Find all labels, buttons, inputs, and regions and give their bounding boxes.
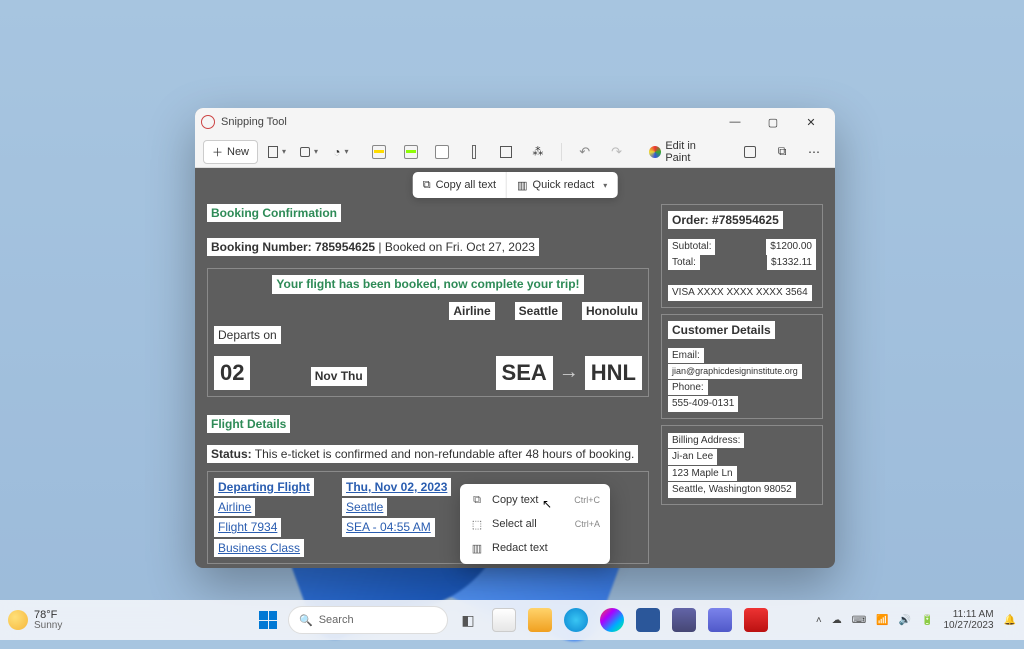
depart-day: 02 <box>214 356 250 390</box>
departing-airline[interactable]: Airline <box>214 498 255 516</box>
banner: Your flight has been booked, now complet… <box>272 275 583 293</box>
delay-button[interactable]: ◔▾ <box>328 140 354 164</box>
paint-icon <box>649 146 661 158</box>
departing-date[interactable]: Thu, Nov 02, 2023 <box>342 478 451 496</box>
customer-heading: Customer Details <box>668 321 775 339</box>
highlighter-2-button[interactable] <box>398 140 424 164</box>
billing-label: Billing Address: <box>668 433 744 449</box>
copy-button[interactable]: ⧉ <box>769 140 795 164</box>
redact-icon: ▥ <box>517 179 527 192</box>
taskbar-app-4[interactable] <box>596 604 628 636</box>
taskbar-app-2[interactable] <box>524 604 556 636</box>
airline-col: Airline <box>449 302 494 320</box>
subtotal-value: $1200.00 <box>766 239 816 255</box>
to-code: HNL <box>585 356 642 390</box>
flight-details-heading: Flight Details <box>207 415 290 433</box>
departing-time[interactable]: SEA - 04:55 AM <box>342 518 435 536</box>
tray-volume-icon[interactable]: 🔊 <box>899 615 911 626</box>
share-button[interactable]: ⋯ <box>801 140 827 164</box>
taskbar-app-8[interactable] <box>740 604 772 636</box>
ruler-button[interactable] <box>461 140 487 164</box>
tray-onedrive-icon[interactable]: ☁ <box>832 615 842 626</box>
maximize-button[interactable]: ▢ <box>755 108 791 136</box>
status-line: Status: This e-ticket is confirmed and n… <box>207 445 638 463</box>
taskbar-clock[interactable]: 11:11 AM 10/27/2023 <box>943 609 993 631</box>
sun-icon <box>8 610 28 630</box>
start-button[interactable] <box>252 604 284 636</box>
taskbar-app-7[interactable] <box>704 604 736 636</box>
snip-video-button[interactable]: ▾ <box>296 140 322 164</box>
departs-label: Departs on <box>214 326 281 344</box>
tray-wifi-icon[interactable]: 📶 <box>876 615 888 626</box>
context-redact-text[interactable]: ▥ Redact text <box>460 536 610 560</box>
context-copy-text[interactable]: ⧉ Copy text Ctrl+C <box>460 488 610 512</box>
email-label: Email: <box>668 348 704 364</box>
total-label: Total: <box>668 255 700 271</box>
text-actions-bar: ⧉Copy all text ▥Quick redact▾ <box>413 172 618 198</box>
search-icon: 🔍 <box>299 614 313 627</box>
taskbar-app-1[interactable] <box>488 604 520 636</box>
email-value: jian@graphicdesigninstitute.org <box>668 364 802 378</box>
departing-flight[interactable]: Flight 7934 <box>214 518 281 536</box>
order-heading: Order: #785954625 <box>668 211 783 229</box>
notifications-icon[interactable]: 🔔 <box>1004 615 1016 626</box>
save-button[interactable] <box>737 140 763 164</box>
edit-in-paint-button[interactable]: Edit in Paint <box>641 140 731 164</box>
billing-name: Ji-an Lee <box>668 449 717 465</box>
titlebar[interactable]: Snipping Tool ― ▢ ✕ <box>195 108 835 136</box>
window-title: Snipping Tool <box>221 116 287 128</box>
undo-button[interactable] <box>572 140 598 164</box>
redact-icon: ▥ <box>470 541 484 555</box>
billing-street: 123 Maple Ln <box>668 466 737 482</box>
departing-heading[interactable]: Departing Flight <box>214 478 314 496</box>
text-actions-button[interactable]: ⁂ <box>525 140 551 164</box>
subtotal-label: Subtotal: <box>668 239 715 255</box>
total-value: $1332.11 <box>767 255 816 271</box>
arrow-icon: → <box>559 361 579 384</box>
taskbar-app-6[interactable] <box>668 604 700 636</box>
minimize-button[interactable]: ― <box>717 108 753 136</box>
tray-chevron-icon[interactable]: ˄ <box>816 615 822 626</box>
select-all-icon: ⬚ <box>470 517 484 531</box>
departing-class[interactable]: Business Class <box>214 539 304 557</box>
copy-all-text-button[interactable]: ⧉Copy all text <box>413 172 506 198</box>
card-info: VISA XXXX XXXX XXXX 3564 <box>668 285 812 301</box>
phone-value: 555-409-0131 <box>668 396 738 412</box>
tray-keyboard-icon[interactable]: ⌨ <box>852 615 866 626</box>
billing-city: Seattle, Washington 98052 <box>668 482 796 498</box>
close-button[interactable]: ✕ <box>793 108 829 136</box>
weather-cond: Sunny <box>34 621 62 631</box>
from-city: Seattle <box>515 302 562 320</box>
crop-button[interactable] <box>493 140 519 164</box>
departing-city[interactable]: Seattle <box>342 498 387 516</box>
taskbar[interactable]: 78°F Sunny 🔍 Search ◧ ˄ ☁ ⌨ 📶 🔊 🔋 11:11 … <box>0 600 1024 640</box>
phone-label: Phone: <box>668 380 708 396</box>
highlighter-button[interactable] <box>366 140 392 164</box>
depart-month: Nov Thu <box>311 367 367 385</box>
taskbar-app-5[interactable] <box>632 604 664 636</box>
copy-icon: ⧉ <box>423 179 431 192</box>
quick-redact-button[interactable]: ▥Quick redact▾ <box>506 172 617 198</box>
context-select-all[interactable]: ⬚ Select all Ctrl+A <box>460 512 610 536</box>
copy-icon: ⧉ <box>470 493 484 507</box>
toolbar: ＋New ▾ ▾ ◔▾ ⁂ Edit in Paint ⧉ ⋯ <box>195 136 835 168</box>
eraser-button[interactable] <box>430 140 456 164</box>
taskbar-search[interactable]: 🔍 Search <box>288 606 448 634</box>
to-city: Honolulu <box>582 302 642 320</box>
app-icon <box>201 115 215 129</box>
new-button[interactable]: ＋New <box>203 140 258 164</box>
tray-battery-icon[interactable]: 🔋 <box>921 615 933 626</box>
from-code: SEA <box>496 356 553 390</box>
weather-widget[interactable]: 78°F Sunny <box>8 610 62 631</box>
booking-number: Booking Number: 785954625 | Booked on Fr… <box>207 238 539 256</box>
context-menu: ⧉ Copy text Ctrl+C ⬚ Select all Ctrl+A ▥… <box>460 484 610 564</box>
task-view-button[interactable]: ◧ <box>452 604 484 636</box>
weather-temp: 78°F <box>34 610 62 621</box>
snip-rect-button[interactable]: ▾ <box>264 140 290 164</box>
booking-heading: Booking Confirmation <box>207 204 341 222</box>
taskbar-app-3[interactable] <box>560 604 592 636</box>
redo-button[interactable] <box>604 140 630 164</box>
